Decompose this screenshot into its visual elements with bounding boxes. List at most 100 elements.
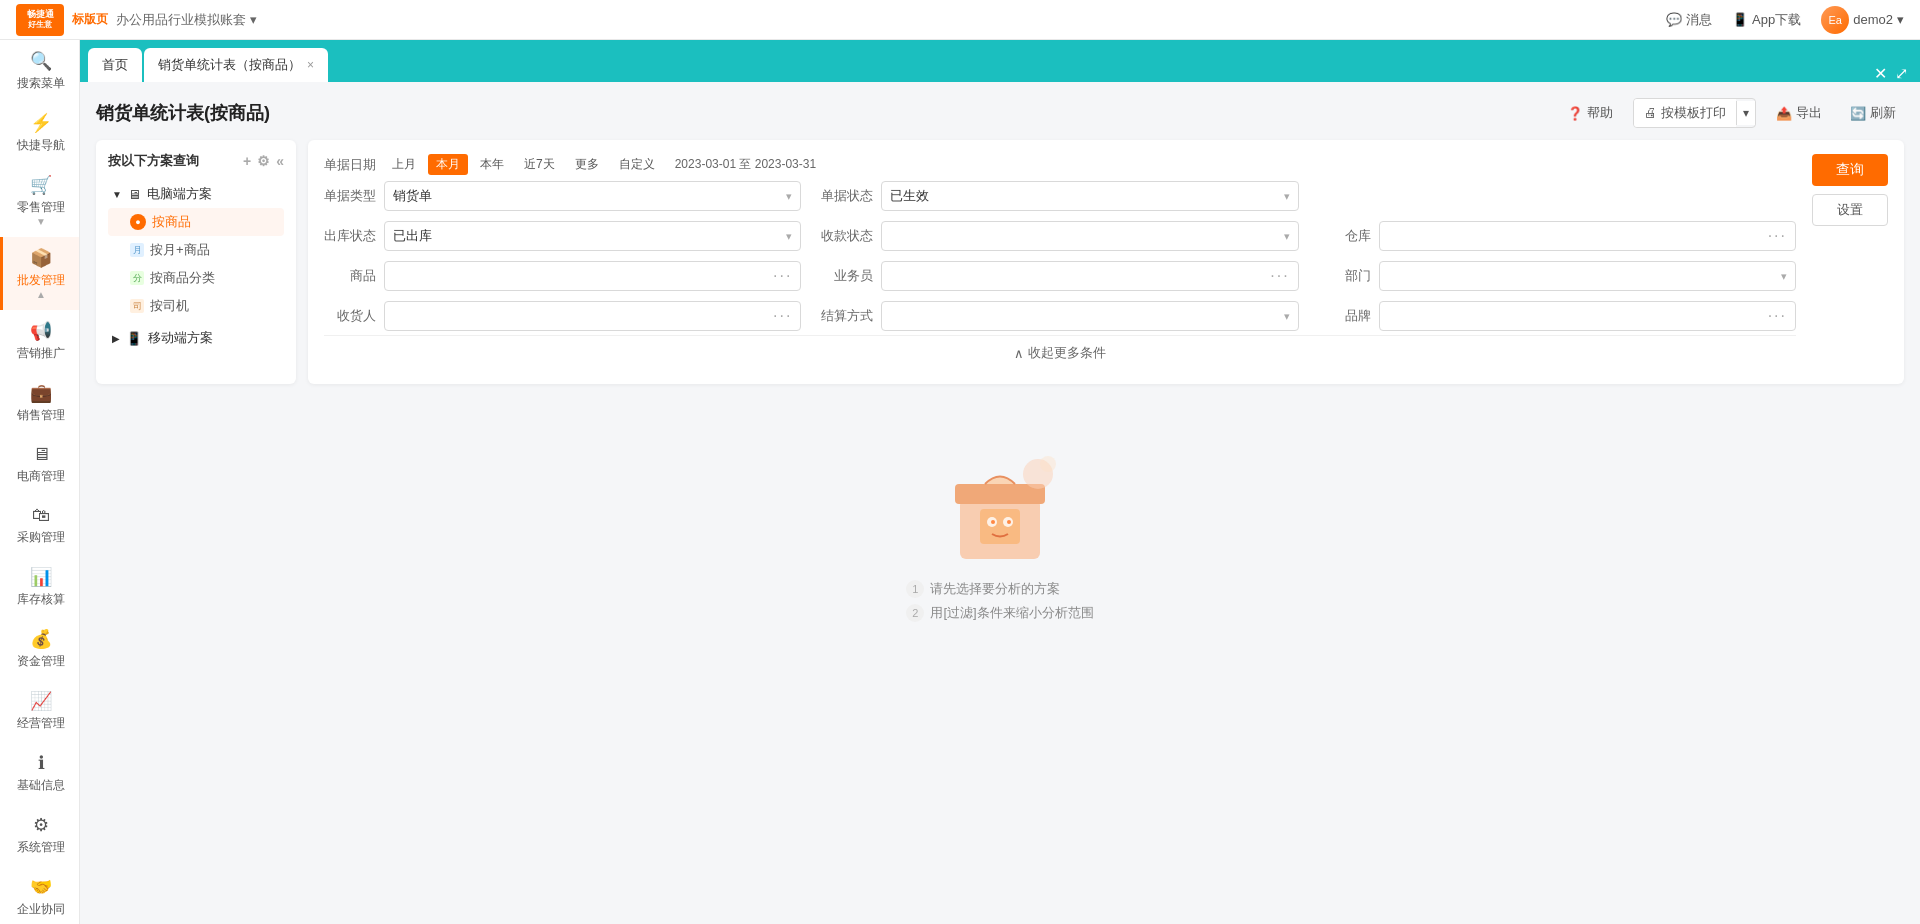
sidebar-item-wholesale[interactable]: 📦 批发管理 ▲	[0, 237, 79, 310]
print-main[interactable]: 🖨 按模板打印	[1634, 99, 1736, 127]
refresh-icon: 🔄	[1850, 106, 1866, 121]
date-tab-more[interactable]: 更多	[567, 154, 607, 175]
salesman-input[interactable]: ···	[881, 261, 1298, 291]
bill-type-input[interactable]: 销货单 ▾	[384, 181, 801, 211]
side-nav-item-by-category[interactable]: 分 按商品分类	[108, 264, 284, 292]
sidebar-item-system[interactable]: ⚙ 系统管理	[0, 804, 79, 866]
warehouse-input[interactable]: ···	[1379, 221, 1796, 251]
filter-content: 单据日期 上月 本月 本年 近7天 更多 自定义 2023-03-01 至 20…	[324, 154, 1888, 370]
print-arrow[interactable]: ▾	[1736, 101, 1755, 125]
filter-row-3: 商品 ··· 业务员	[324, 261, 1796, 291]
top-nav-right: 💬 消息 📱 App下载 Ea demo2 ▾	[1666, 6, 1904, 34]
tab-close-all-btn[interactable]: ✕	[1874, 66, 1887, 82]
tab-bar-actions: ✕ ⤢	[1862, 66, 1920, 82]
wholesale-icon: 📦	[30, 247, 52, 269]
message-btn[interactable]: 💬 消息	[1666, 11, 1712, 29]
workspace-selector[interactable]: 办公用品行业模拟账套 ▾	[116, 11, 257, 29]
sidebar-item-purchase[interactable]: 🛍 采购管理	[0, 495, 79, 556]
refresh-btn[interactable]: 🔄 刷新	[1842, 100, 1904, 126]
warehouse-dots-icon: ···	[1768, 227, 1787, 245]
receipt-status-input[interactable]: ▾	[881, 221, 1298, 251]
filter-row-4: 收货人 ··· 结算方式	[324, 301, 1796, 331]
date-tab-this-year[interactable]: 本年	[472, 154, 512, 175]
sidebar-item-search[interactable]: 🔍 搜索菜单	[0, 40, 79, 102]
sidebar-item-collaboration[interactable]: 🤝 企业协同	[0, 866, 79, 924]
user-menu[interactable]: Ea demo2 ▾	[1821, 6, 1904, 34]
content-area: 首页 销货单统计表（按商品） × ✕ ⤢ 销货单统计表(按商品) ❓ 帮助	[80, 40, 1920, 924]
basic-icon: ℹ	[38, 752, 45, 774]
date-range-display: 2023-03-01 至 2023-03-31	[675, 156, 816, 173]
sidebar-item-inventory[interactable]: 📊 库存核算	[0, 556, 79, 618]
empty-state: 1 请先选择要分析的方案 2 用[过滤]条件来缩小分析范围	[96, 384, 1904, 682]
empty-illustration	[930, 444, 1070, 564]
side-nav-item-by-month-goods[interactable]: 月 按月+商品	[108, 236, 284, 264]
side-nav-title: 按以下方案查询 + ⚙ «	[108, 152, 284, 170]
export-btn[interactable]: 📤 导出	[1768, 100, 1830, 126]
side-nav-item-by-goods[interactable]: ● 按商品	[108, 208, 284, 236]
empty-svg	[930, 444, 1070, 564]
date-tab-7days[interactable]: 近7天	[516, 154, 563, 175]
empty-tips: 1 请先选择要分析的方案 2 用[过滤]条件来缩小分析范围	[906, 580, 1093, 622]
date-tab-last-month[interactable]: 上月	[384, 154, 424, 175]
purchase-icon: 🛍	[32, 505, 50, 526]
sidebar-item-finance[interactable]: 💰 资金管理	[0, 618, 79, 680]
settings-btn[interactable]: 设置	[1812, 194, 1888, 226]
page-actions: ❓ 帮助 🖨 按模板打印 ▾ 📤 导出	[1559, 98, 1904, 128]
avatar: Ea	[1821, 6, 1849, 34]
brand-input[interactable]: ···	[1379, 301, 1796, 331]
sidebar-item-quicknav-label: 快捷导航	[17, 137, 65, 154]
side-nav-item-by-driver[interactable]: 司 按司机	[108, 292, 284, 320]
sidebar-item-operation[interactable]: 📈 经营管理	[0, 680, 79, 742]
brand-label: 品牌	[1319, 307, 1371, 325]
system-icon: ⚙	[33, 814, 49, 836]
sidebar-item-retail[interactable]: 🛒 零售管理 ▼	[0, 164, 79, 237]
out-status-label: 出库状态	[324, 227, 376, 245]
goods-input[interactable]: ···	[384, 261, 801, 291]
tab-close-btn[interactable]: ×	[307, 58, 314, 72]
page-title-bar: 销货单统计表(按商品) ❓ 帮助 🖨 按模板打印 ▾ 📤	[96, 98, 1904, 128]
sidebar-item-ecommerce[interactable]: 🖥 电商管理	[0, 434, 79, 495]
collapse-label: 收起更多条件	[1028, 344, 1106, 362]
filter-field-goods: 商品 ···	[324, 261, 801, 291]
quicknav-icon: ⚡	[30, 112, 52, 134]
by-category-icon: 分	[130, 271, 144, 285]
date-tab-custom[interactable]: 自定义	[611, 154, 663, 175]
query-btn[interactable]: 查询	[1812, 154, 1888, 186]
tab-maximize-btn[interactable]: ⤢	[1895, 66, 1908, 82]
sidebar-item-marketing[interactable]: 📢 营销推广	[0, 310, 79, 372]
side-nav-group-pc-header[interactable]: ▼ 🖥 电脑端方案	[108, 180, 284, 208]
brand-logo: 畅捷通 好生意	[16, 4, 64, 36]
filter-field-brand: 品牌 ···	[1319, 301, 1796, 331]
app-download-btn[interactable]: 📱 App下载	[1732, 11, 1801, 29]
out-status-input[interactable]: 已出库 ▾	[384, 221, 801, 251]
sidebar-item-operation-label: 经营管理	[17, 715, 65, 732]
side-nav-collapse-btn[interactable]: «	[276, 153, 284, 169]
export-icon: 📤	[1776, 106, 1792, 121]
date-tab-this-month[interactable]: 本月	[428, 154, 468, 175]
top-nav-left: 畅捷通 好生意 标版页 办公用品行业模拟账套 ▾	[16, 4, 257, 36]
sidebar: 🔍 搜索菜单 ⚡ 快捷导航 🛒 零售管理 ▼ 📦 批发管理 ▲ 📢 营销推广 💼…	[0, 40, 80, 924]
empty-tip-num-2: 2	[906, 604, 924, 622]
bill-status-arrow-icon: ▾	[1284, 190, 1290, 203]
bill-type-arrow-icon: ▾	[786, 190, 792, 203]
department-input[interactable]: ▾	[1379, 261, 1796, 291]
receipt-status-arrow-icon: ▾	[1284, 230, 1290, 243]
sidebar-item-quicknav[interactable]: ⚡ 快捷导航	[0, 102, 79, 164]
receiver-input[interactable]: ···	[384, 301, 801, 331]
help-icon: ❓	[1567, 106, 1583, 121]
filter-field-bill-type: 单据类型 销货单 ▾	[324, 181, 801, 211]
bill-status-input[interactable]: 已生效 ▾	[881, 181, 1298, 211]
print-btn[interactable]: 🖨 按模板打印 ▾	[1633, 98, 1756, 128]
help-btn[interactable]: ❓ 帮助	[1559, 100, 1621, 126]
empty-tip-num-1: 1	[906, 580, 924, 598]
sidebar-item-basic[interactable]: ℹ 基础信息	[0, 742, 79, 804]
sidebar-item-sales[interactable]: 💼 销售管理	[0, 372, 79, 434]
tab-home[interactable]: 首页	[88, 48, 142, 82]
side-nav-add-btn[interactable]: +	[243, 153, 251, 169]
side-nav-group-mobile-header[interactable]: ▶ 📱 移动端方案	[108, 324, 284, 352]
sidebar-item-basic-label: 基础信息	[17, 777, 65, 794]
side-nav-settings-btn[interactable]: ⚙	[257, 153, 270, 169]
payment-input[interactable]: ▾	[881, 301, 1298, 331]
collapse-bar[interactable]: ∧ 收起更多条件	[324, 335, 1796, 370]
tab-active[interactable]: 销货单统计表（按商品） ×	[144, 48, 328, 82]
